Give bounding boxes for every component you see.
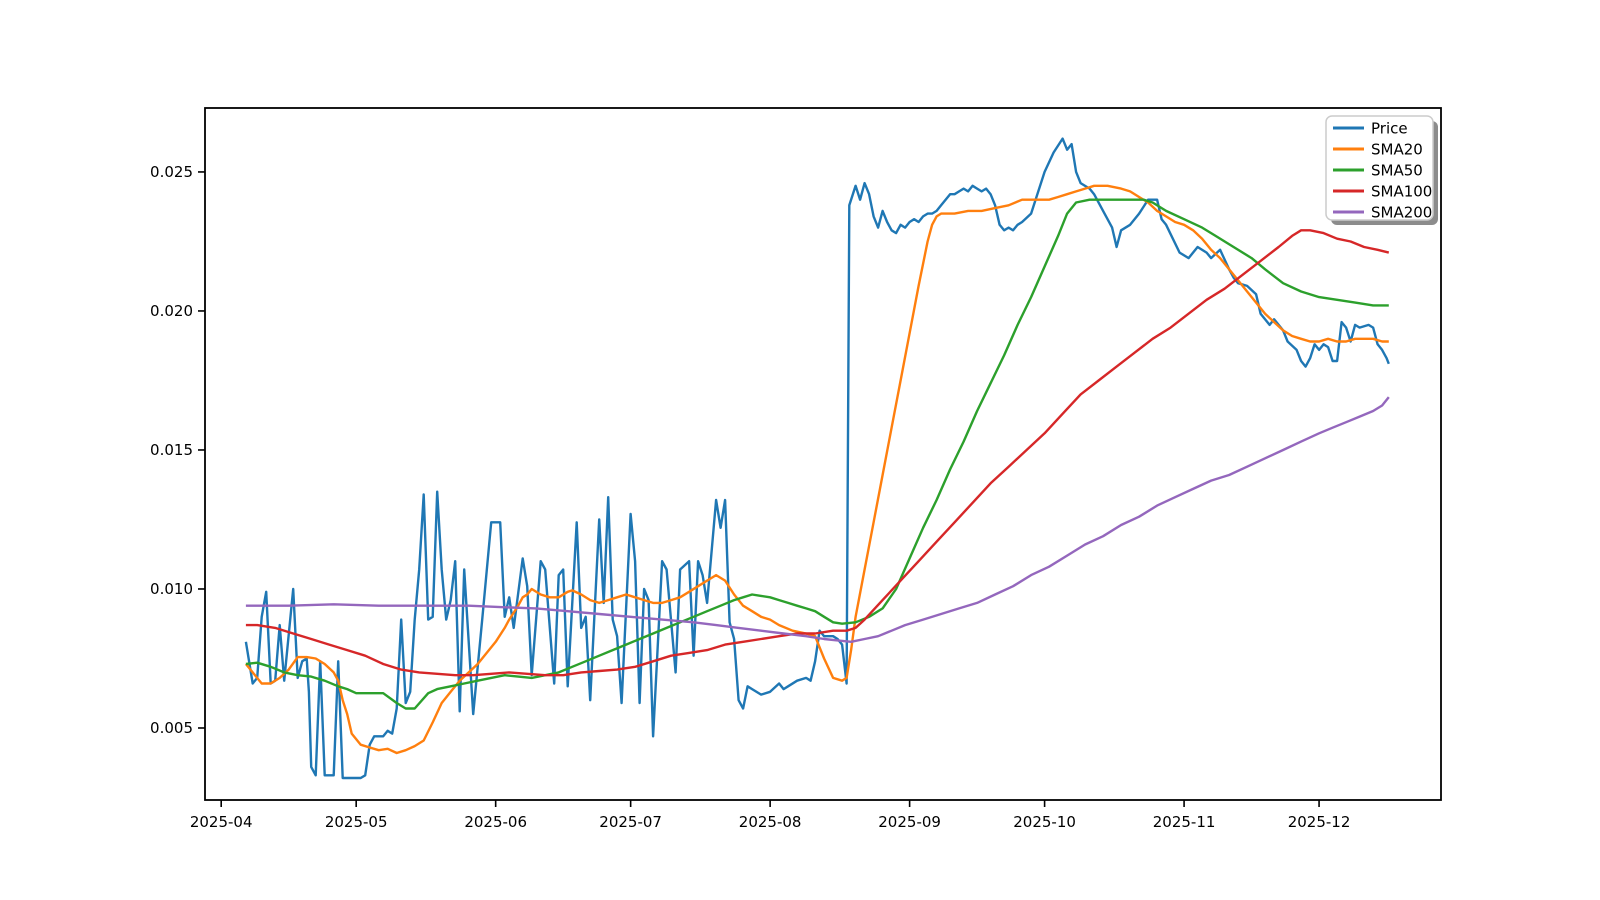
x-tick-label: 2025-11 (1153, 813, 1216, 831)
y-tick-label: 0.015 (150, 441, 193, 459)
y-tick-label: 0.010 (150, 580, 193, 598)
x-tick-label: 2025-12 (1288, 813, 1351, 831)
x-tick-label: 2025-04 (190, 813, 253, 831)
y-tick-label: 0.005 (150, 719, 193, 737)
x-tick-label: 2025-07 (599, 813, 662, 831)
legend-label-sma20: SMA20 (1371, 141, 1423, 159)
legend: Price SMA20 SMA50 SMA100 SMA200 (1325, 115, 1438, 225)
x-tick-label: 2025-10 (1013, 813, 1076, 831)
legend-label-sma50: SMA50 (1371, 162, 1423, 180)
price-sma-chart: 2025-04 2025-05 2025-06 2025-07 2025-08 2025-… (0, 0, 1600, 900)
x-tick-label: 2025-06 (464, 813, 527, 831)
y-tick-label: 0.025 (150, 163, 193, 181)
x-tick-label: 2025-09 (878, 813, 941, 831)
y-tick-label: 0.020 (150, 302, 193, 320)
legend-label-sma200: SMA200 (1371, 204, 1432, 222)
legend-label-price: Price (1371, 120, 1408, 138)
x-tick-label: 2025-08 (739, 813, 802, 831)
chart-figure: 2025-04 2025-05 2025-06 2025-07 2025-08 2025-… (0, 0, 1600, 900)
x-tick-label: 2025-05 (325, 813, 388, 831)
legend-label-sma100: SMA100 (1371, 183, 1432, 201)
